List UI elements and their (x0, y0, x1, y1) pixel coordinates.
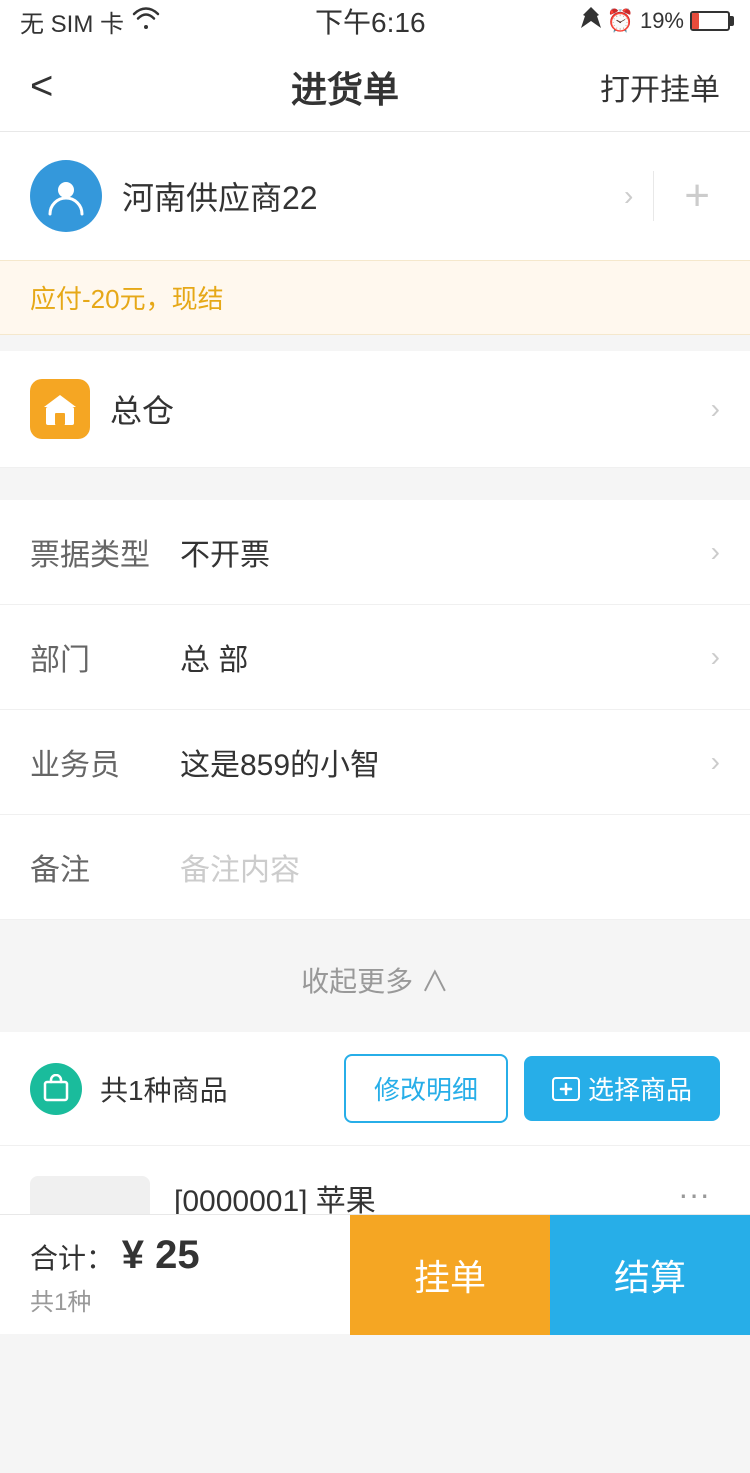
invoice-type-chevron-icon: › (711, 536, 720, 568)
hold-label: 挂单 (414, 1249, 486, 1301)
department-chevron-icon: › (711, 641, 720, 673)
wifi-icon (132, 7, 160, 36)
checkout-label: 结算 (614, 1249, 686, 1301)
spacer3 (0, 1024, 750, 1032)
footer-sub-label: 共1种 (30, 1282, 320, 1317)
footer-total-label: 合计： (30, 1243, 114, 1274)
footer-total: 合计： ¥ 25 共1种 (0, 1233, 350, 1317)
supplier-avatar (30, 160, 102, 232)
warehouse-row[interactable]: 总仓 › (0, 351, 750, 468)
supplier-row[interactable]: 河南供应商22 › + (0, 132, 750, 260)
salesperson-label: 业务员 (30, 740, 150, 784)
supplier-chevron-icon: › (624, 180, 633, 212)
status-time: 下午6:16 (315, 1, 426, 41)
supplier-section: 河南供应商22 › + 应付-20元，现结 (0, 132, 750, 335)
warehouse-icon (30, 379, 90, 439)
invoice-type-label: 票据类型 (30, 530, 150, 574)
edit-details-button[interactable]: 修改明细 (344, 1054, 508, 1123)
carrier-label: 无 SIM 卡 (20, 4, 124, 39)
invoice-type-row[interactable]: 票据类型 不开票 › (0, 500, 750, 605)
footer-total-row: 合计： ¥ 25 (30, 1233, 320, 1278)
page-title: 进货单 (291, 61, 399, 113)
products-header: 共1种商品 修改明细 选择商品 (0, 1032, 750, 1146)
invoice-type-value: 不开票 (150, 530, 701, 574)
remark-placeholder: 备注内容 (150, 845, 720, 889)
salesperson-row[interactable]: 业务员 这是859的小智 › (0, 710, 750, 815)
supplier-name: 河南供应商22 (122, 173, 614, 219)
department-label: 部门 (30, 635, 150, 679)
salesperson-value: 这是859的小智 (150, 740, 701, 784)
warehouse-section: 总仓 › (0, 351, 750, 468)
select-product-button[interactable]: 选择商品 (524, 1056, 720, 1121)
remark-label: 备注 (30, 845, 150, 889)
salesperson-chevron-icon: › (711, 746, 720, 778)
collapse-toggle[interactable]: 收起更多 ∧ (0, 936, 750, 1024)
footer-total-amount: ¥ 25 (122, 1233, 200, 1277)
form-section: 票据类型 不开票 › 部门 总 部 › 业务员 这是859的小智 › 备注 备注… (0, 500, 750, 920)
alarm-icon: ⏰ (607, 8, 634, 34)
select-product-label: 选择商品 (588, 1070, 692, 1107)
status-left: 无 SIM 卡 (20, 4, 160, 39)
checkout-button[interactable]: 结算 (550, 1215, 750, 1335)
spacer2 (0, 484, 750, 500)
status-bar: 无 SIM 卡 下午6:16 ⏰ 19% (0, 0, 750, 42)
back-button[interactable]: < (30, 64, 90, 109)
department-value: 总 部 (150, 635, 701, 679)
collapse-label: 收起更多 ∧ (301, 960, 449, 1000)
warehouse-name: 总仓 (110, 386, 701, 432)
hold-button[interactable]: 挂单 (350, 1215, 550, 1335)
nav-bar: < 进货单 打开挂单 (0, 42, 750, 132)
battery-percent: 19% (640, 8, 684, 34)
products-count: 共1种商品 (100, 1069, 344, 1109)
add-button[interactable]: + (674, 171, 720, 221)
battery-icon (690, 11, 730, 31)
products-icon (30, 1063, 82, 1115)
notice-bar: 应付-20元，现结 (0, 260, 750, 335)
warehouse-chevron-icon: › (711, 393, 720, 425)
footer: 合计： ¥ 25 共1种 挂单 结算 (0, 1214, 750, 1334)
product-more-button[interactable]: ··· (668, 1176, 720, 1213)
location-icon (581, 7, 601, 35)
status-right: ⏰ 19% (581, 7, 730, 35)
department-row[interactable]: 部门 总 部 › (0, 605, 750, 710)
divider (653, 171, 654, 221)
spacer (0, 335, 750, 351)
remark-row[interactable]: 备注 备注内容 (0, 815, 750, 920)
open-hold-button[interactable]: 打开挂单 (600, 65, 720, 109)
